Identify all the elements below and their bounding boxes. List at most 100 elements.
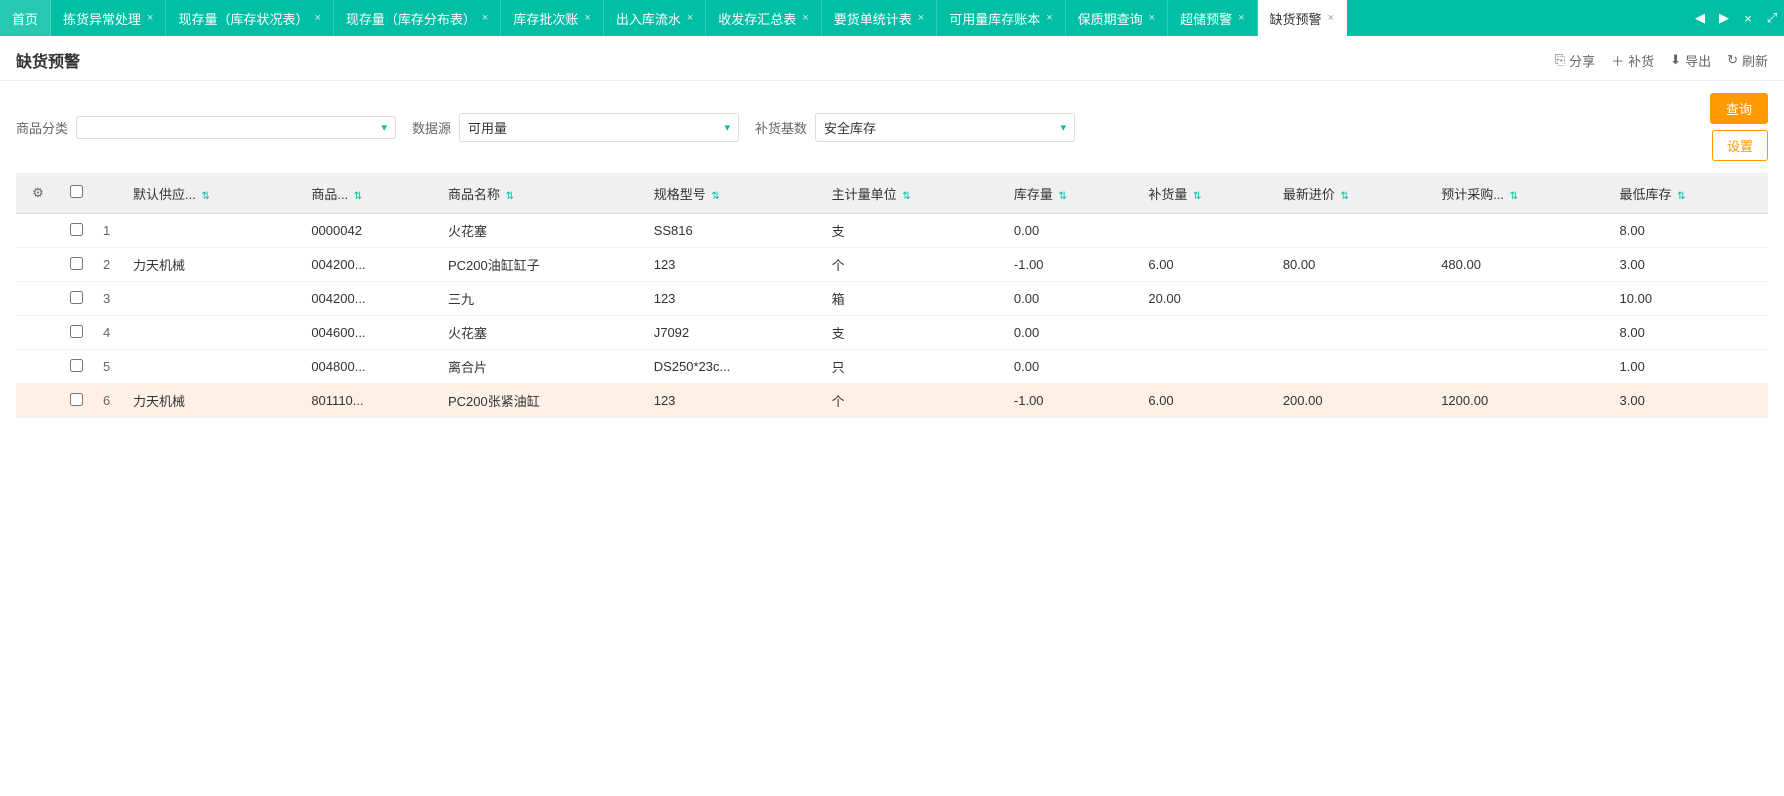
col-checkbox[interactable] xyxy=(60,173,93,214)
tab-close-overstock[interactable]: × xyxy=(1238,12,1244,24)
query-button[interactable]: 查询 xyxy=(1710,93,1768,124)
tab-overstock[interactable]: 超储预警× xyxy=(1168,0,1257,36)
tab-close-batch-account[interactable]: × xyxy=(584,12,590,24)
tab-prev-btn[interactable]: ◀ xyxy=(1688,0,1712,36)
col-spec[interactable]: 规格型号 ⇅ xyxy=(644,173,822,214)
stock-sort-icon: ⇅ xyxy=(1059,191,1067,202)
tab-close-receive-summary[interactable]: × xyxy=(802,12,808,24)
tab-label-batch-account: 库存批次账 xyxy=(513,9,578,28)
restock-base-filter: 补货基数 安全库存 ▾ xyxy=(755,113,1075,142)
gear-icon[interactable]: ⚙ xyxy=(26,181,50,205)
row-unit-0: 支 xyxy=(822,214,1004,248)
row-checkbox-cell-0[interactable] xyxy=(60,214,93,248)
tab-inout-flow[interactable]: 出入库流水× xyxy=(604,0,706,36)
row-checkbox-cell-2[interactable] xyxy=(60,282,93,316)
row-latest-price-4 xyxy=(1273,350,1431,384)
restock-action[interactable]: ＋ 补货 xyxy=(1611,51,1654,70)
select-all-checkbox[interactable] xyxy=(70,185,83,198)
table-row: 1 0000042 火花塞 SS816 支 0.00 8.00 xyxy=(16,214,1768,248)
row-checkbox-1[interactable] xyxy=(70,257,83,270)
row-checkbox-cell-4[interactable] xyxy=(60,350,93,384)
tab-home[interactable]: 首页 xyxy=(0,0,51,36)
row-stock-1: -1.00 xyxy=(1004,248,1138,282)
tab-close-shortage[interactable]: × xyxy=(1328,12,1334,24)
share-label: 分享 xyxy=(1569,51,1595,70)
datasource-filter: 数据源 可用量 ▾ xyxy=(412,113,739,142)
tab-available-ledger[interactable]: 可用量库存账本 × xyxy=(937,0,1065,36)
category-select[interactable]: ▾ xyxy=(76,116,396,139)
restock-base-select[interactable]: 安全库存 ▾ xyxy=(815,113,1075,142)
tab-close-inventory-status[interactable]: × xyxy=(314,12,320,24)
tab-close-order-stats[interactable]: × xyxy=(918,12,924,24)
col-restock[interactable]: 补货量 ⇅ xyxy=(1138,173,1272,214)
tab-inventory-status[interactable]: 现存量（库存状况表）× xyxy=(166,0,333,36)
row-code-0: 0000042 xyxy=(301,214,438,248)
row-checkbox-cell-1[interactable] xyxy=(60,248,93,282)
row-supplier-1: 力天机械 xyxy=(123,248,301,282)
tab-next-btn[interactable]: ▶ xyxy=(1712,0,1736,36)
row-checkbox-2[interactable] xyxy=(70,291,83,304)
tab-close-inout-flow[interactable]: × xyxy=(687,12,693,24)
col-stock[interactable]: 库存量 ⇅ xyxy=(1004,173,1138,214)
col-supplier[interactable]: 默认供应... ⇅ xyxy=(123,173,301,214)
name-sort-icon: ⇅ xyxy=(506,191,514,202)
row-stock-2: 0.00 xyxy=(1004,282,1138,316)
category-chevron-down-icon: ▾ xyxy=(381,121,387,134)
tab-receive-summary[interactable]: 收发存汇总表× xyxy=(706,0,821,36)
row-name-0: 火花塞 xyxy=(438,214,644,248)
tab-inventory-dist[interactable]: 现存量（库存分布表）× xyxy=(334,0,501,36)
col-unit[interactable]: 主计量单位 ⇅ xyxy=(822,173,1004,214)
tab-batch-account[interactable]: 库存批次账 × xyxy=(501,0,603,36)
tab-exception[interactable]: 拣货异常处理× xyxy=(51,0,166,36)
tab-shortage[interactable]: 缺货预警× xyxy=(1258,0,1347,36)
datasource-label: 数据源 xyxy=(412,118,451,137)
row-latest-price-3 xyxy=(1273,316,1431,350)
row-min-stock-3: 8.00 xyxy=(1610,316,1768,350)
restock-label: 补货 xyxy=(1628,51,1654,70)
tab-expiry-query[interactable]: 保质期查询 × xyxy=(1066,0,1168,36)
row-code-1: 004200... xyxy=(301,248,438,282)
tab-order-stats[interactable]: 要货单统计表× xyxy=(822,0,937,36)
category-label: 商品分类 xyxy=(16,118,68,137)
row-est-purchase-4 xyxy=(1431,350,1609,384)
tab-close-expiry-query[interactable]: × xyxy=(1149,12,1155,24)
col-code[interactable]: 商品... ⇅ xyxy=(301,173,438,214)
refresh-action[interactable]: ↻ 刷新 xyxy=(1727,51,1768,70)
window-fullscreen-btn[interactable]: ⤢ xyxy=(1760,0,1784,36)
table-row: 2 力天机械 004200... PC200油缸缸子 123 个 -1.00 6… xyxy=(16,248,1768,282)
col-name[interactable]: 商品名称 ⇅ xyxy=(438,173,644,214)
table-container: ⚙ 默认供应... ⇅ 商品... ⇅ 商品名称 xyxy=(0,173,1784,418)
tab-label-available-ledger: 可用量库存账本 xyxy=(949,9,1040,28)
share-action[interactable]: ⎘ 分享 xyxy=(1555,51,1595,70)
row-code-4: 004800... xyxy=(301,350,438,384)
table-row: 4 004600... 火花塞 J7092 支 0.00 8.00 xyxy=(16,316,1768,350)
datasource-value: 可用量 xyxy=(468,118,507,137)
row-checkbox-0[interactable] xyxy=(70,223,83,236)
min-stock-sort-icon: ⇅ xyxy=(1677,191,1685,202)
tab-close-exception[interactable]: × xyxy=(147,12,153,24)
tab-label-expiry-query: 保质期查询 xyxy=(1078,9,1143,28)
col-latest-price[interactable]: 最新进价 ⇅ xyxy=(1273,173,1431,214)
row-checkbox-3[interactable] xyxy=(70,325,83,338)
col-est-purchase[interactable]: 预计采购... ⇅ xyxy=(1431,173,1609,214)
row-checkbox-5[interactable] xyxy=(70,393,83,406)
export-action[interactable]: ⬇ 导出 xyxy=(1670,51,1711,70)
settings-button[interactable]: 设置 xyxy=(1712,130,1768,161)
restock-base-label: 补货基数 xyxy=(755,118,807,137)
table-header-row: ⚙ 默认供应... ⇅ 商品... ⇅ 商品名称 xyxy=(16,173,1768,214)
row-checkbox-4[interactable] xyxy=(70,359,83,372)
filter-buttons: 查询 设置 xyxy=(1710,93,1768,161)
datasource-select[interactable]: 可用量 ▾ xyxy=(459,113,739,142)
window-close-btn[interactable]: × xyxy=(1736,0,1760,36)
row-min-stock-5: 3.00 xyxy=(1610,384,1768,418)
row-checkbox-cell-5[interactable] xyxy=(60,384,93,418)
row-est-purchase-5: 1200.00 xyxy=(1431,384,1609,418)
tab-close-available-ledger[interactable]: × xyxy=(1046,12,1052,24)
tab-close-inventory-dist[interactable]: × xyxy=(482,12,488,24)
row-min-stock-2: 10.00 xyxy=(1610,282,1768,316)
row-latest-price-2 xyxy=(1273,282,1431,316)
row-name-5: PC200张紧油缸 xyxy=(438,384,644,418)
row-checkbox-cell-3[interactable] xyxy=(60,316,93,350)
col-settings[interactable]: ⚙ xyxy=(16,173,60,214)
col-min-stock[interactable]: 最低库存 ⇅ xyxy=(1610,173,1768,214)
